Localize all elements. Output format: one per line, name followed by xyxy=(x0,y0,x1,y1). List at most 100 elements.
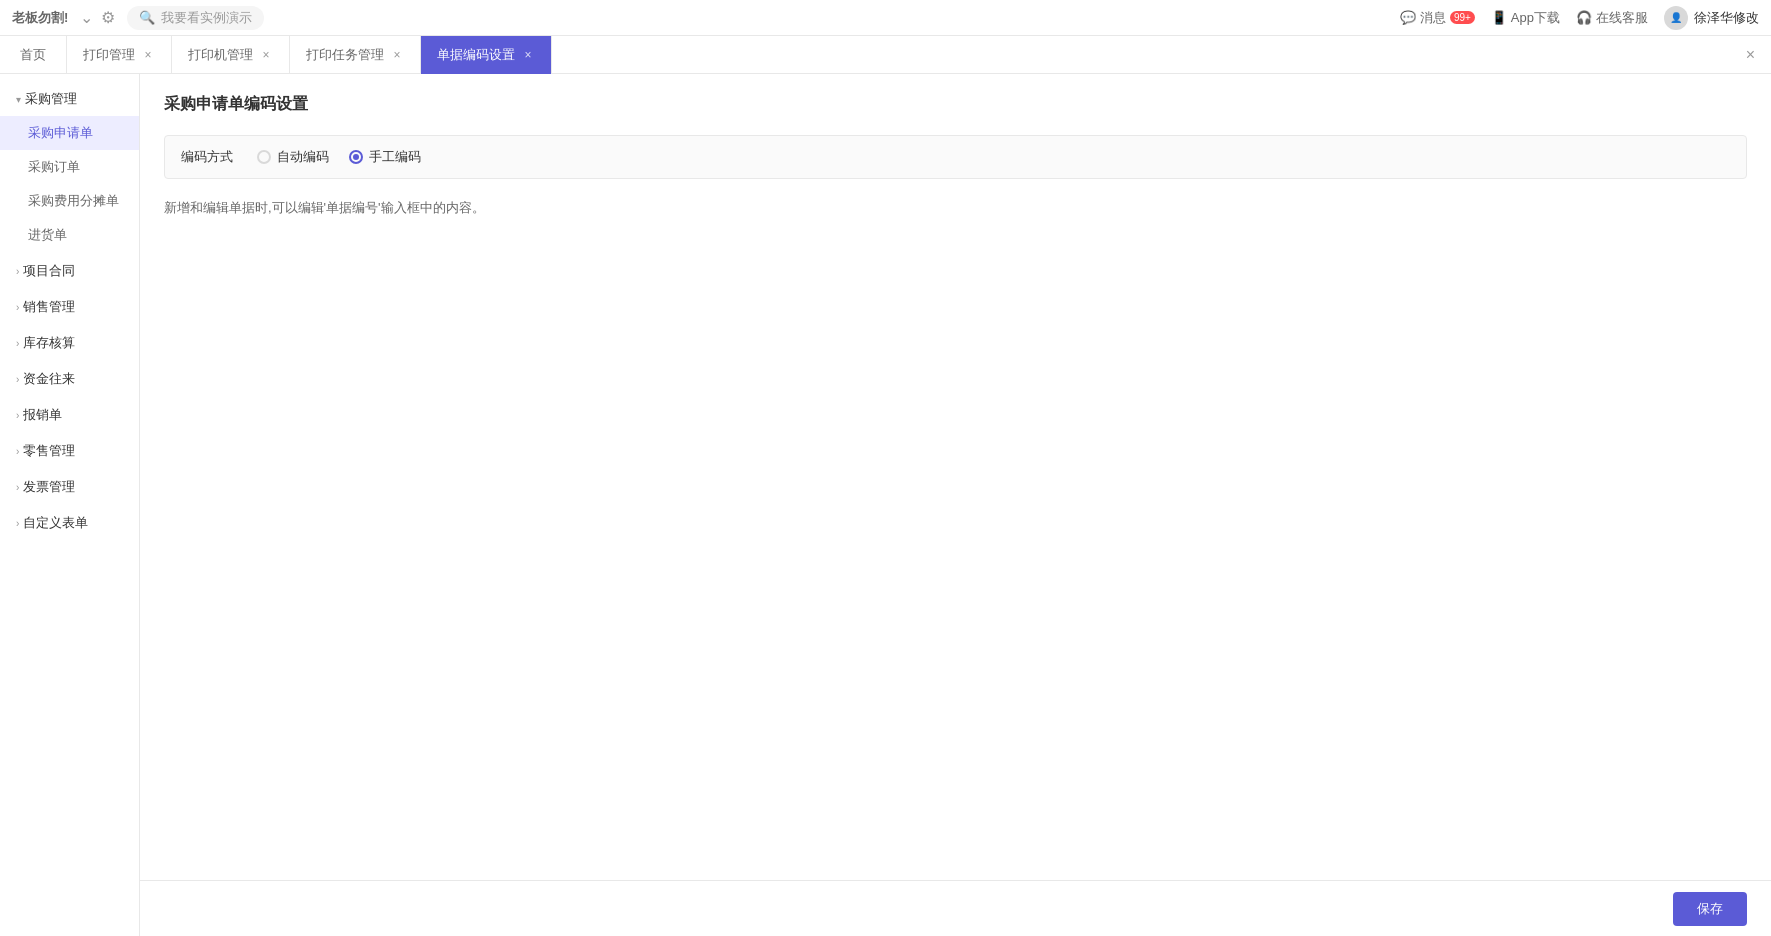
chevron-down-icon: ▾ xyxy=(16,94,21,105)
chevron-right-icon-2: › xyxy=(16,302,19,313)
sidebar-group-capital-title[interactable]: › 资金往来 xyxy=(0,362,139,396)
top-bar-icons: ⌄ ⚙ xyxy=(80,8,115,27)
sidebar-group-project-title[interactable]: › 项目合同 xyxy=(0,254,139,288)
tab-print-mgmt-label: 打印管理 xyxy=(83,46,135,64)
sidebar-group-invoice-label: 发票管理 xyxy=(23,478,75,496)
message-label: 消息 xyxy=(1420,9,1446,27)
sidebar-item-goods-receipt-label: 进货单 xyxy=(28,227,67,242)
sidebar-group-inventory: › 库存核算 xyxy=(0,326,139,360)
message-badge: 99+ xyxy=(1450,11,1475,24)
sidebar-group-invoice-title[interactable]: › 发票管理 xyxy=(0,470,139,504)
search-bar[interactable]: 🔍 我要看实例演示 xyxy=(127,6,264,30)
radio-auto-label: 自动编码 xyxy=(277,148,329,166)
tab-home-label: 首页 xyxy=(20,46,46,64)
app-label: App下载 xyxy=(1511,9,1560,27)
settings-icon[interactable]: ⚙ xyxy=(101,8,115,27)
tab-print-task-close[interactable]: × xyxy=(390,48,404,62)
headset-icon: 🎧 xyxy=(1576,10,1592,25)
tab-print-mgmt-close[interactable]: × xyxy=(141,48,155,62)
tab-printer-mgmt-label: 打印机管理 xyxy=(188,46,253,64)
sidebar-group-expense-title[interactable]: › 报销单 xyxy=(0,398,139,432)
tab-printer-mgmt[interactable]: 打印机管理 × xyxy=(172,36,290,74)
avatar: 👤 xyxy=(1664,6,1688,30)
logo: 老板勿割! xyxy=(12,9,68,27)
dropdown-icon[interactable]: ⌄ xyxy=(80,8,93,27)
top-bar: 老板勿割! ⌄ ⚙ 🔍 我要看实例演示 💬 消息 99+ 📱 App下载 🎧 在… xyxy=(0,0,1771,36)
tab-bar-close-all[interactable]: × xyxy=(1730,46,1771,64)
app-download-button[interactable]: 📱 App下载 xyxy=(1491,9,1560,27)
sidebar-group-sales-label: 销售管理 xyxy=(23,298,75,316)
sidebar-group-purchase-label: 采购管理 xyxy=(25,90,77,108)
sidebar: ▾ 采购管理 采购申请单 采购订单 采购费用分摊单 进货单 › 项目合同 xyxy=(0,74,140,936)
sidebar-group-inventory-label: 库存核算 xyxy=(23,334,75,352)
sidebar-item-purchase-cost[interactable]: 采购费用分摊单 xyxy=(0,184,139,218)
encoding-row: 编码方式 自动编码 手工编码 xyxy=(164,135,1747,179)
sidebar-group-invoice: › 发票管理 xyxy=(0,470,139,504)
footer: 保存 xyxy=(140,880,1771,936)
sidebar-group-purchase-title[interactable]: ▾ 采购管理 xyxy=(0,82,139,116)
tab-bar: 首页 打印管理 × 打印机管理 × 打印任务管理 × 单据编码设置 × × xyxy=(0,36,1771,74)
tab-print-task[interactable]: 打印任务管理 × xyxy=(290,36,421,74)
page-title: 采购申请单编码设置 xyxy=(164,94,1747,115)
sidebar-group-capital-label: 资金往来 xyxy=(23,370,75,388)
tab-single-barcode-label: 单据编码设置 xyxy=(437,46,515,64)
main-content: 采购申请单编码设置 编码方式 自动编码 手工编码 xyxy=(140,74,1771,936)
sidebar-item-purchase-request-label: 采购申请单 xyxy=(28,125,93,140)
chevron-right-icon-5: › xyxy=(16,410,19,421)
sidebar-item-purchase-request[interactable]: 采购申请单 xyxy=(0,116,139,150)
search-icon: 🔍 xyxy=(139,10,155,25)
message-icon: 💬 xyxy=(1400,10,1416,25)
tab-single-barcode[interactable]: 单据编码设置 × xyxy=(421,36,552,74)
sidebar-group-custom-form-title[interactable]: › 自定义表单 xyxy=(0,506,139,540)
sidebar-item-goods-receipt[interactable]: 进货单 xyxy=(0,218,139,252)
sidebar-group-expense: › 报销单 xyxy=(0,398,139,432)
sidebar-group-retail-title[interactable]: › 零售管理 xyxy=(0,434,139,468)
sidebar-group-capital: › 资金往来 xyxy=(0,362,139,396)
message-button[interactable]: 💬 消息 99+ xyxy=(1400,9,1475,27)
top-bar-left: 老板勿割! ⌄ ⚙ 🔍 我要看实例演示 xyxy=(12,6,264,30)
chevron-right-icon-4: › xyxy=(16,374,19,385)
radio-manual[interactable]: 手工编码 xyxy=(349,148,421,166)
sidebar-group-inventory-title[interactable]: › 库存核算 xyxy=(0,326,139,360)
tab-printer-mgmt-close[interactable]: × xyxy=(259,48,273,62)
chevron-right-icon: › xyxy=(16,266,19,277)
user-profile[interactable]: 👤 徐泽华修改 xyxy=(1664,6,1759,30)
sidebar-group-project: › 项目合同 xyxy=(0,254,139,288)
sidebar-item-purchase-cost-label: 采购费用分摊单 xyxy=(28,193,119,208)
sidebar-group-expense-label: 报销单 xyxy=(23,406,62,424)
sidebar-group-custom-form-label: 自定义表单 xyxy=(23,514,88,532)
tab-home[interactable]: 首页 xyxy=(0,36,67,74)
radio-auto[interactable]: 自动编码 xyxy=(257,148,329,166)
chevron-right-icon-7: › xyxy=(16,482,19,493)
chevron-right-icon-8: › xyxy=(16,518,19,529)
tab-print-mgmt[interactable]: 打印管理 × xyxy=(67,36,172,74)
online-service-button[interactable]: 🎧 在线客服 xyxy=(1576,9,1648,27)
radio-group: 自动编码 手工编码 xyxy=(257,148,421,166)
encoding-label: 编码方式 xyxy=(181,148,233,166)
sidebar-group-sales: › 销售管理 xyxy=(0,290,139,324)
sidebar-group-purchase: ▾ 采购管理 采购申请单 采购订单 采购费用分摊单 进货单 xyxy=(0,82,139,252)
radio-manual-label: 手工编码 xyxy=(369,148,421,166)
user-name: 徐泽华修改 xyxy=(1694,9,1759,27)
save-button[interactable]: 保存 xyxy=(1673,892,1747,926)
sidebar-group-project-label: 项目合同 xyxy=(23,262,75,280)
radio-manual-circle xyxy=(349,150,363,164)
content-area: 采购申请单编码设置 编码方式 自动编码 手工编码 xyxy=(140,74,1771,880)
service-label: 在线客服 xyxy=(1596,9,1648,27)
chevron-right-icon-6: › xyxy=(16,446,19,457)
sidebar-group-sales-title[interactable]: › 销售管理 xyxy=(0,290,139,324)
sidebar-group-retail-label: 零售管理 xyxy=(23,442,75,460)
sidebar-item-purchase-order[interactable]: 采购订单 xyxy=(0,150,139,184)
encoding-section: 编码方式 自动编码 手工编码 新增和编辑单据时,可以编辑'单据编号'输入框中的内… xyxy=(164,135,1747,221)
tab-single-barcode-close[interactable]: × xyxy=(521,48,535,62)
search-text: 我要看实例演示 xyxy=(161,9,252,27)
tab-print-task-label: 打印任务管理 xyxy=(306,46,384,64)
top-bar-right: 💬 消息 99+ 📱 App下载 🎧 在线客服 👤 徐泽华修改 xyxy=(1400,6,1759,30)
chevron-right-icon-3: › xyxy=(16,338,19,349)
radio-auto-circle xyxy=(257,150,271,164)
main-layout: ▾ 采购管理 采购申请单 采购订单 采购费用分摊单 进货单 › 项目合同 xyxy=(0,74,1771,936)
sidebar-group-retail: › 零售管理 xyxy=(0,434,139,468)
app-icon: 📱 xyxy=(1491,10,1507,25)
hint-text: 新增和编辑单据时,可以编辑'单据编号'输入框中的内容。 xyxy=(164,195,1747,221)
sidebar-item-purchase-order-label: 采购订单 xyxy=(28,159,80,174)
